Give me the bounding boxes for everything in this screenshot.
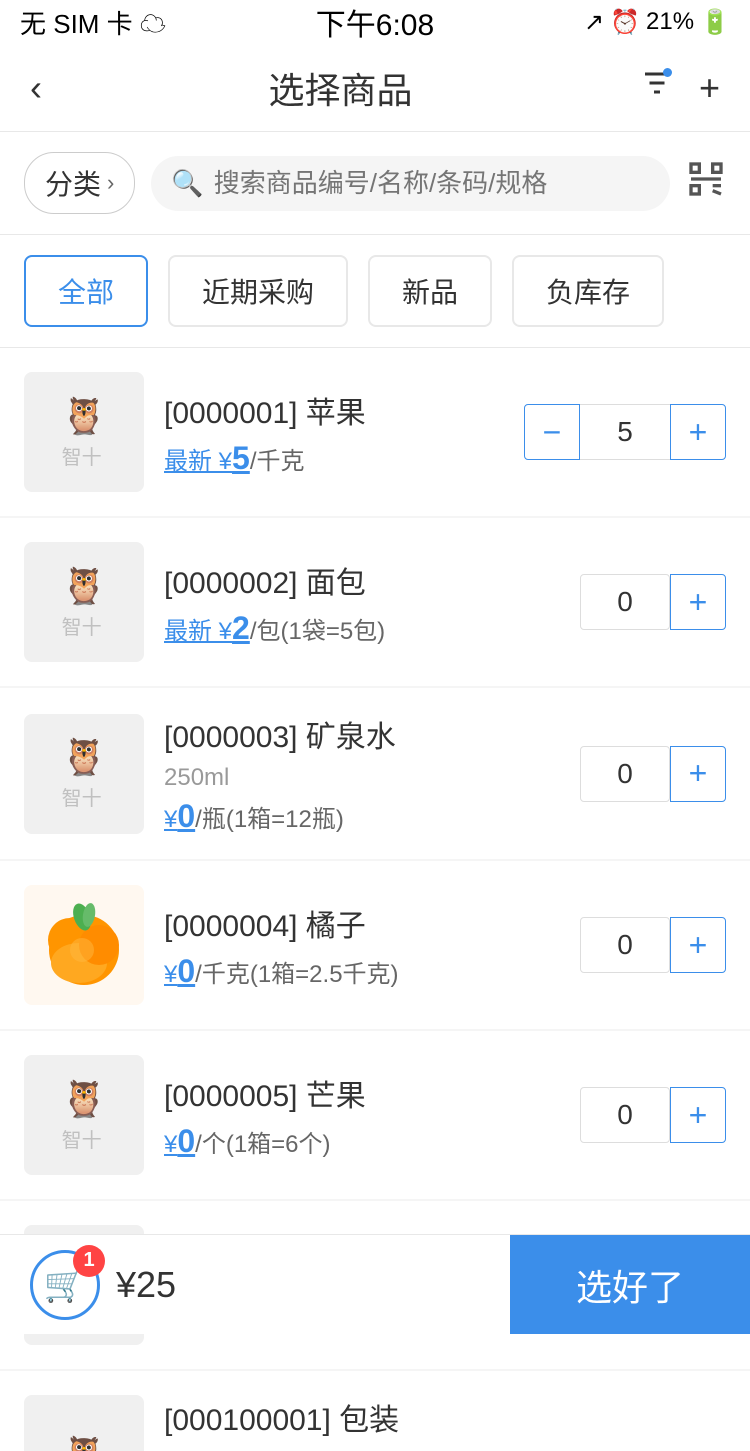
list-item: 🦉 智十 [0000001] 苹果 最新 ¥5/千克 − + [0, 348, 750, 516]
confirm-button[interactable]: 选好了 [510, 1235, 750, 1334]
cart-total: ¥25 [116, 1264, 176, 1306]
orange-image [34, 895, 134, 995]
quantity-control: + [580, 1087, 726, 1143]
cart-section: 🛒 1 ¥25 [0, 1250, 510, 1320]
increase-button[interactable]: + [670, 1087, 726, 1143]
product-name: [0000001] 苹果 [164, 388, 504, 432]
bottom-bar: 🛒 1 ¥25 选好了 [0, 1234, 750, 1334]
nav-bar: ‹ 选择商品 + [0, 44, 750, 132]
increase-button[interactable]: + [670, 746, 726, 802]
increase-button[interactable]: + [670, 574, 726, 630]
battery-icon: 🔋 [700, 8, 730, 37]
increase-button[interactable]: + [670, 917, 726, 973]
placeholder-icon: 🦉 [62, 736, 107, 778]
tab-recent[interactable]: 近期采购 [168, 255, 348, 327]
list-item: 🦉 智十 [0000003] 矿泉水 250ml ¥0/瓶(1箱=12瓶) + [0, 688, 750, 859]
product-spec: 250ml [164, 764, 560, 792]
cart-button[interactable]: 🛒 1 [30, 1250, 100, 1320]
location-icon: ↗ [584, 8, 604, 37]
alarm-icon: ⏰ [610, 8, 640, 37]
add-button[interactable]: + [699, 67, 720, 109]
quantity-input[interactable] [580, 404, 670, 460]
quantity-control: + [580, 574, 726, 630]
quantity-input[interactable] [580, 574, 670, 630]
product-info: [0000003] 矿泉水 250ml ¥0/瓶(1箱=12瓶) [164, 712, 560, 835]
quantity-control: + [580, 917, 726, 973]
product-info: [0000005] 芒果 ¥0/个(1箱=6个) [164, 1071, 560, 1160]
search-box: 🔍 [151, 156, 670, 211]
category-button[interactable]: 分类 › [24, 152, 135, 214]
status-signal: 无 SIM 卡 ☁ [20, 4, 166, 41]
search-input[interactable] [214, 168, 650, 199]
quantity-control: + [580, 746, 726, 802]
list-item: 🦉 智十 [0000005] 芒果 ¥0/个(1箱=6个) + [0, 1031, 750, 1199]
nav-actions: + [639, 65, 720, 110]
placeholder-icon: 🦉 [62, 1078, 107, 1120]
tab-negative[interactable]: 负库存 [512, 255, 664, 327]
product-info: [000100001] 包装 [164, 1395, 726, 1447]
back-button[interactable]: ‹ [30, 67, 42, 109]
placeholder-icon: 🦉 [62, 395, 107, 437]
product-image: 🦉 智十 [24, 372, 144, 492]
status-battery: ↗ ⏰ 21% 🔋 [584, 8, 730, 37]
product-image: 🦉 智十 [24, 542, 144, 662]
placeholder-icon: 🦉 [62, 565, 107, 607]
product-price: ¥0/个(1箱=6个) [164, 1123, 560, 1160]
list-item: 🦉 智十 [0000002] 面包 最新 ¥2/包(1袋=5包) + [0, 518, 750, 686]
product-price: ¥0/瓶(1箱=12瓶) [164, 798, 560, 835]
product-name: [0000004] 橘子 [164, 901, 560, 945]
increase-button[interactable]: + [670, 404, 726, 460]
page-title: 选择商品 [268, 62, 412, 114]
product-image: 🦉 智十 [24, 1055, 144, 1175]
search-icon: 🔍 [171, 168, 203, 199]
product-price: 最新 ¥5/千克 [164, 440, 504, 477]
filter-tabs: 全部 近期采购 新品 负库存 [0, 235, 750, 348]
product-info: [0000002] 面包 最新 ¥2/包(1袋=5包) [164, 558, 560, 647]
search-area: 分类 › 🔍 [0, 132, 750, 235]
product-image: 🦉 [24, 1395, 144, 1451]
status-bar: 无 SIM 卡 ☁ 下午6:08 ↗ ⏰ 21% 🔋 [0, 0, 750, 44]
cart-badge: 1 [73, 1245, 105, 1277]
tab-new[interactable]: 新品 [368, 255, 492, 327]
quantity-input[interactable] [580, 746, 670, 802]
product-image [24, 885, 144, 1005]
chevron-right-icon: › [107, 170, 114, 196]
product-image: 🦉 智十 [24, 714, 144, 834]
decrease-button[interactable]: − [524, 404, 580, 460]
product-name: [0000002] 面包 [164, 558, 560, 602]
quantity-input[interactable] [580, 917, 670, 973]
filter-icon[interactable] [639, 65, 675, 110]
product-name: [000100001] 包装 [164, 1395, 726, 1439]
placeholder-icon: 🦉 [62, 1434, 107, 1451]
quantity-control: − + [524, 404, 726, 460]
product-price: 最新 ¥2/包(1袋=5包) [164, 610, 560, 647]
product-name: [0000003] 矿泉水 [164, 712, 560, 756]
product-info: [0000004] 橘子 ¥0/千克(1箱=2.5千克) [164, 901, 560, 990]
product-price: ¥0/千克(1箱=2.5千克) [164, 953, 560, 990]
quantity-input[interactable] [580, 1087, 670, 1143]
product-name: [0000005] 芒果 [164, 1071, 560, 1115]
tab-all[interactable]: 全部 [24, 255, 148, 327]
list-item-partial: 🦉 [000100001] 包装 [0, 1371, 750, 1451]
scan-icon[interactable] [686, 159, 726, 207]
product-info: [0000001] 苹果 最新 ¥5/千克 [164, 388, 504, 477]
status-time: 下午6:08 [316, 0, 434, 44]
list-item: [0000004] 橘子 ¥0/千克(1箱=2.5千克) + [0, 861, 750, 1029]
